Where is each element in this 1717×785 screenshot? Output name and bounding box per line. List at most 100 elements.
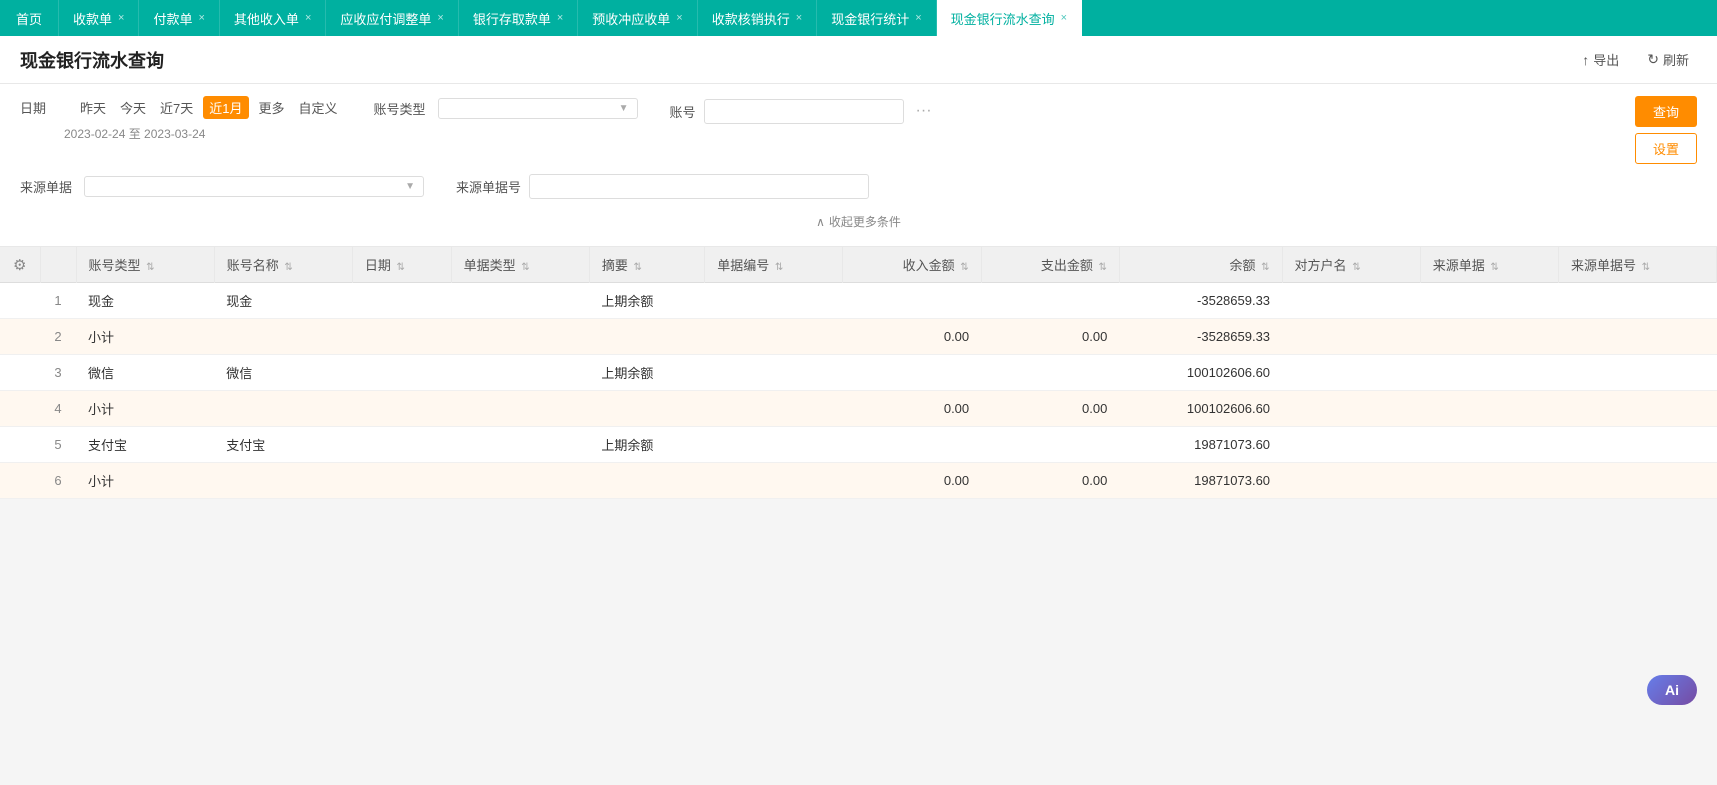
date-quick-buttons: 昨天 今天 近7天 近1月 更多 自定义 <box>76 96 342 119</box>
source-doc-num-input[interactable] <box>529 174 869 199</box>
date-more-btn[interactable]: 更多 <box>255 96 289 119</box>
close-tab-8-icon[interactable]: × <box>1061 12 1067 24</box>
row-no: 3 <box>40 355 76 391</box>
row-no: 1 <box>40 283 76 319</box>
col-account-type[interactable]: 账号类型 ⇅ <box>76 247 214 283</box>
date-today-btn[interactable]: 今天 <box>116 96 150 119</box>
table-row[interactable]: 2小计0.000.00-3528659.33 <box>0 319 1717 355</box>
close-tab-0-icon[interactable]: × <box>118 12 124 24</box>
col-source-doc-no[interactable]: 来源单据号 ⇅ <box>1558 247 1716 283</box>
row-balance: 100102606.60 <box>1119 355 1282 391</box>
col-income[interactable]: 收入金额 ⇅ <box>843 247 981 283</box>
row-account-name <box>214 391 352 427</box>
account-input[interactable] <box>704 99 904 124</box>
col-doc-no[interactable]: 单据编号 ⇅ <box>705 247 843 283</box>
col-expense[interactable]: 支出金额 ⇅ <box>981 247 1119 283</box>
nav-tab-7[interactable]: 现金银行统计 × <box>817 0 936 36</box>
date-1month-btn[interactable]: 近1月 <box>203 96 248 119</box>
row-account-type: 微信 <box>76 355 214 391</box>
date-7days-btn[interactable]: 近7天 <box>156 96 197 119</box>
gear-settings-icon[interactable]: ⚙ <box>13 257 26 274</box>
nav-tab-6[interactable]: 收款核销执行 × <box>698 0 817 36</box>
close-tab-7-icon[interactable]: × <box>915 12 921 24</box>
col-no <box>40 247 76 283</box>
close-tab-2-icon[interactable]: × <box>305 12 311 24</box>
sort-date-icon: ⇅ <box>397 262 405 273</box>
export-button[interactable]: ↑ 导出 <box>1574 46 1627 73</box>
col-balance[interactable]: 余额 ⇅ <box>1119 247 1282 283</box>
date-custom-btn[interactable]: 自定义 <box>295 96 342 119</box>
ai-assistant-button[interactable]: Ai <box>1647 675 1697 705</box>
source-doc-select[interactable]: ▼ <box>84 176 424 197</box>
row-summary <box>589 463 704 499</box>
close-tab-3-icon[interactable]: × <box>437 12 443 24</box>
nav-tab-8[interactable]: 现金银行流水查询 × <box>937 0 1082 36</box>
close-tab-1-icon[interactable]: × <box>198 12 204 24</box>
row-income: 0.00 <box>843 391 981 427</box>
date-yesterday-btn[interactable]: 昨天 <box>76 96 110 119</box>
row-income <box>843 355 981 391</box>
account-type-label: 账号类型 <box>374 99 430 118</box>
nav-tab-1[interactable]: 付款单 × <box>139 0 219 36</box>
row-account-type: 小计 <box>76 319 214 355</box>
row-settings-cell <box>0 427 40 463</box>
row-doc-no <box>705 463 843 499</box>
sort-doc-no-icon: ⇅ <box>775 262 783 273</box>
col-account-name[interactable]: 账号名称 ⇅ <box>214 247 352 283</box>
row-summary <box>589 391 704 427</box>
table-row[interactable]: 4小计0.000.00100102606.60 <box>0 391 1717 427</box>
row-summary <box>589 319 704 355</box>
account-type-select[interactable]: ▼ <box>438 98 638 119</box>
query-button[interactable]: 查询 <box>1635 96 1697 127</box>
row-account-type: 支付宝 <box>76 427 214 463</box>
nav-home[interactable]: 首页 <box>0 0 59 36</box>
row-account-name: 现金 <box>214 283 352 319</box>
row-date <box>352 283 451 319</box>
col-summary[interactable]: 摘要 ⇅ <box>589 247 704 283</box>
row-account-name: 微信 <box>214 355 352 391</box>
nav-tab-5[interactable]: 预收冲应收单 × <box>578 0 697 36</box>
col-settings[interactable]: ⚙ <box>0 247 40 283</box>
row-summary: 上期余额 <box>589 355 704 391</box>
sort-account-name-icon: ⇅ <box>284 262 292 273</box>
refresh-button[interactable]: ↻ 刷新 <box>1639 46 1697 73</box>
refresh-icon: ↻ <box>1647 51 1659 68</box>
table-row[interactable]: 6小计0.000.0019871073.60 <box>0 463 1717 499</box>
row-source-doc <box>1420 391 1558 427</box>
nav-tab-4[interactable]: 银行存取款单 × <box>459 0 578 36</box>
row-counterparty <box>1282 283 1420 319</box>
close-tab-4-icon[interactable]: × <box>557 12 563 24</box>
data-table: ⚙ 账号类型 ⇅ 账号名称 ⇅ 日期 ⇅ 单据类型 ⇅ <box>0 247 1717 499</box>
close-tab-6-icon[interactable]: × <box>796 12 802 24</box>
export-icon: ↑ <box>1582 52 1589 68</box>
close-tab-5-icon[interactable]: × <box>676 12 682 24</box>
nav-tab-0[interactable]: 收款单 × <box>59 0 139 36</box>
row-settings-cell <box>0 355 40 391</box>
setting-button[interactable]: 设置 <box>1635 133 1697 164</box>
row-summary: 上期余额 <box>589 427 704 463</box>
table-row[interactable]: 3微信微信上期余额100102606.60 <box>0 355 1717 391</box>
source-doc-chevron-icon: ▼ <box>405 181 415 192</box>
col-date[interactable]: 日期 ⇅ <box>352 247 451 283</box>
row-settings-cell <box>0 463 40 499</box>
row-expense: 0.00 <box>981 463 1119 499</box>
nav-tab-2[interactable]: 其他收入单 × <box>220 0 326 36</box>
row-expense: 0.00 <box>981 391 1119 427</box>
row-doc-no <box>705 283 843 319</box>
sort-doc-type-icon: ⇅ <box>521 262 529 273</box>
sort-source-doc-no-icon: ⇅ <box>1642 262 1650 273</box>
table-row[interactable]: 1现金现金上期余额-3528659.33 <box>0 283 1717 319</box>
row-source-doc <box>1420 319 1558 355</box>
col-counterparty[interactable]: 对方户名 ⇅ <box>1282 247 1420 283</box>
table-row[interactable]: 5支付宝支付宝上期余额19871073.60 <box>0 427 1717 463</box>
collapse-bar[interactable]: ∧ 收起更多条件 <box>20 207 1697 234</box>
row-balance: 19871073.60 <box>1119 427 1282 463</box>
top-navigation: 首页 收款单 × 付款单 × 其他收入单 × 应收应付调整单 × 银行存取款单 … <box>0 0 1717 36</box>
chevron-down-icon: ▼ <box>619 103 629 114</box>
account-ellipsis-btn[interactable]: ··· <box>912 98 936 124</box>
header-actions: ↑ 导出 ↻ 刷新 <box>1574 46 1697 73</box>
row-settings-cell <box>0 391 40 427</box>
nav-tab-3[interactable]: 应收应付调整单 × <box>326 0 458 36</box>
col-source-doc[interactable]: 来源单据 ⇅ <box>1420 247 1558 283</box>
col-doc-type[interactable]: 单据类型 ⇅ <box>451 247 589 283</box>
